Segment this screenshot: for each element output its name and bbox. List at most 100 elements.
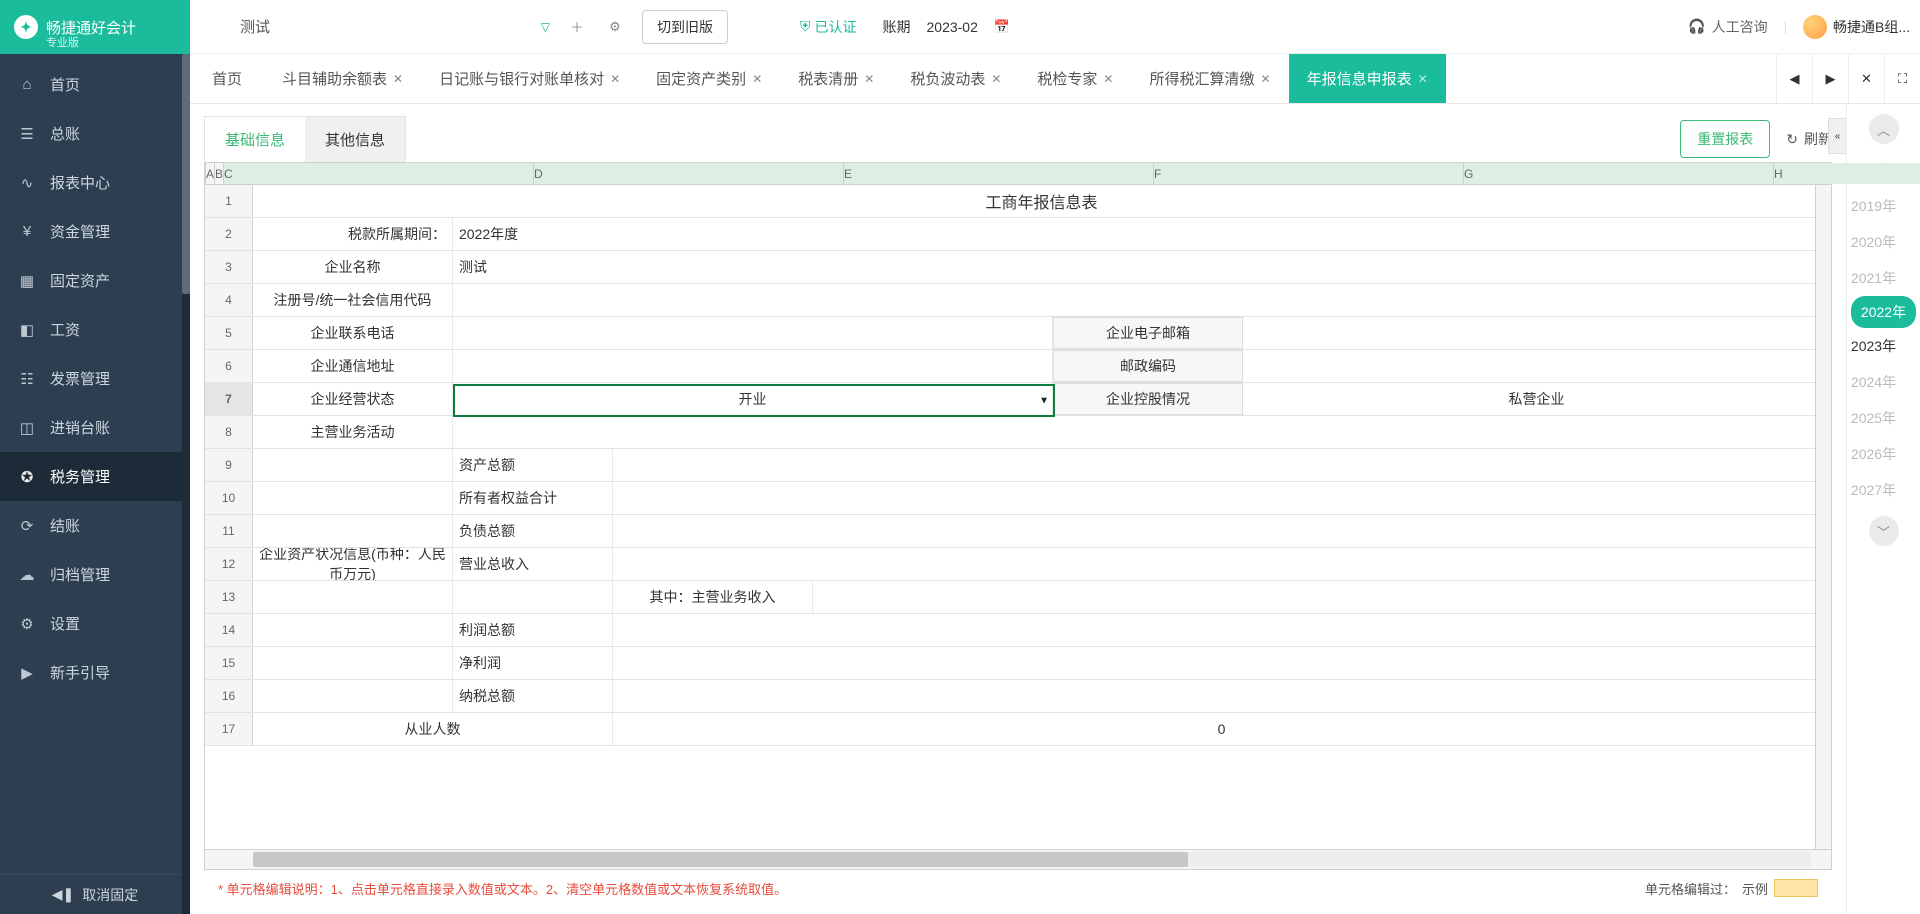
tab-home[interactable]: 首页 bbox=[190, 54, 264, 103]
address-label[interactable]: 企业通信地址 bbox=[253, 350, 453, 382]
profit-label[interactable]: 利润总额 bbox=[453, 614, 613, 646]
postcode-label[interactable]: 邮政编码 bbox=[1053, 350, 1243, 382]
subtab-basic[interactable]: 基础信息 bbox=[205, 117, 305, 162]
sidebar-item-reports[interactable]: ∿报表中心 bbox=[0, 158, 190, 207]
close-icon[interactable]: ✕ bbox=[393, 72, 403, 86]
tabs-prev[interactable]: ◀ bbox=[1776, 54, 1812, 103]
fullscreen-button[interactable]: ⛶ bbox=[1884, 54, 1920, 103]
year-2021年[interactable]: 2021年 bbox=[1851, 260, 1916, 296]
email-label[interactable]: 企业电子邮箱 bbox=[1053, 317, 1243, 349]
close-icon[interactable]: ✕ bbox=[610, 72, 620, 86]
year-2019年[interactable]: 2019年 bbox=[1851, 188, 1916, 224]
close-icon[interactable]: ✕ bbox=[1261, 72, 1271, 86]
switch-old-button[interactable]: 切到旧版 bbox=[642, 10, 728, 44]
row-header[interactable]: 8 bbox=[205, 416, 253, 448]
tax-paid-label[interactable]: 纳税总额 bbox=[453, 680, 613, 712]
sidebar-item-inventory[interactable]: ◫进销台账 bbox=[0, 403, 190, 452]
main-biz-label[interactable]: 主营业务活动 bbox=[253, 416, 453, 448]
close-icon[interactable]: ✕ bbox=[752, 72, 762, 86]
company-selector[interactable]: 测试 ▽ bbox=[240, 16, 550, 37]
sidebar-scrollbar[interactable] bbox=[182, 54, 190, 914]
phone-value[interactable] bbox=[453, 317, 1053, 349]
row-header[interactable]: 14 bbox=[205, 614, 253, 646]
tab-balance[interactable]: 斗目辅助余额表✕ bbox=[264, 54, 421, 103]
sidebar-item-funds[interactable]: ¥资金管理 bbox=[0, 207, 190, 256]
row-header[interactable]: 10 bbox=[205, 482, 253, 514]
rail-collapse[interactable]: « bbox=[1828, 118, 1846, 154]
close-icon[interactable]: ✕ bbox=[1103, 72, 1113, 86]
tab-annual-report[interactable]: 年报信息申报表✕ bbox=[1289, 54, 1446, 103]
tab-bank-recon[interactable]: 日记账与银行对账单核对✕ bbox=[421, 54, 638, 103]
row-header[interactable]: 16 bbox=[205, 680, 253, 712]
row-header[interactable]: 15 bbox=[205, 647, 253, 679]
close-icon[interactable]: ✕ bbox=[1418, 72, 1428, 86]
settings-button[interactable]: ⚙ bbox=[604, 16, 626, 38]
unpin-button[interactable]: ◀❚取消固定 bbox=[0, 874, 190, 914]
tab-tax-expert[interactable]: 税检专家✕ bbox=[1019, 54, 1131, 103]
sidebar-item-settings[interactable]: ⚙设置 bbox=[0, 599, 190, 648]
net-profit-label[interactable]: 净利润 bbox=[453, 647, 613, 679]
year-2024年[interactable]: 2024年 bbox=[1851, 364, 1916, 400]
tab-income-tax[interactable]: 所得税汇算清缴✕ bbox=[1131, 54, 1288, 103]
col-header-G[interactable]: G bbox=[1464, 163, 1774, 184]
row-header[interactable]: 17 bbox=[205, 713, 253, 745]
holding-label[interactable]: 企业控股情况 bbox=[1053, 383, 1243, 415]
col-header-D[interactable]: D bbox=[534, 163, 844, 184]
row-header[interactable]: 2 bbox=[205, 218, 253, 250]
period-value-cell[interactable]: 2022年度 bbox=[453, 218, 1831, 250]
calendar-icon[interactable]: 📅 bbox=[994, 19, 1010, 35]
reg-no-label[interactable]: 注册号/统一社会信用代码 bbox=[253, 284, 453, 316]
consult-button[interactable]: 🎧人工咨询 bbox=[1688, 17, 1767, 37]
sidebar-item-assets[interactable]: ▦固定资产 bbox=[0, 256, 190, 305]
year-2023年[interactable]: 2023年 bbox=[1851, 328, 1916, 364]
col-header-A[interactable]: A bbox=[206, 163, 215, 184]
reg-no-value[interactable] bbox=[453, 284, 1831, 316]
liabilities-label[interactable]: 负债总额 bbox=[453, 515, 613, 547]
sidebar-item-invoice[interactable]: ☷发票管理 bbox=[0, 354, 190, 403]
vertical-scrollbar[interactable] bbox=[1815, 185, 1831, 849]
status-value[interactable]: 开业 bbox=[453, 383, 1053, 415]
address-value[interactable] bbox=[453, 350, 1053, 382]
period-value[interactable]: 2023-02 bbox=[927, 19, 978, 35]
year-2022年[interactable]: 2022年 bbox=[1851, 296, 1916, 328]
sidebar-item-salary[interactable]: ◧工资 bbox=[0, 305, 190, 354]
row-header[interactable]: 3 bbox=[205, 251, 253, 283]
year-up[interactable]: ︿ bbox=[1869, 114, 1899, 144]
row-header[interactable]: 5 bbox=[205, 317, 253, 349]
tab-tax-list[interactable]: 税表清册✕ bbox=[780, 54, 892, 103]
year-2026年[interactable]: 2026年 bbox=[1851, 436, 1916, 472]
row-header[interactable]: 12 bbox=[205, 548, 253, 580]
row-header[interactable]: 6 bbox=[205, 350, 253, 382]
row-header[interactable]: 9 bbox=[205, 449, 253, 481]
revenue-label[interactable]: 营业总收入 bbox=[453, 548, 613, 580]
col-header-E[interactable]: E bbox=[844, 163, 1154, 184]
horizontal-scrollbar[interactable] bbox=[205, 849, 1831, 869]
year-down[interactable]: ﹀ bbox=[1869, 516, 1899, 546]
employees-label[interactable]: 从业人数 bbox=[253, 713, 613, 745]
sidebar-item-archive[interactable]: ☁归档管理 bbox=[0, 550, 190, 599]
refresh-button[interactable]: ↻刷新 bbox=[1786, 129, 1832, 149]
total-assets-label[interactable]: 资产总额 bbox=[453, 449, 613, 481]
user-menu[interactable]: 畅捷通B组... bbox=[1803, 15, 1910, 39]
company-name-value[interactable]: 测试 bbox=[453, 251, 1831, 283]
holding-value[interactable]: 私营企业 bbox=[1243, 383, 1831, 415]
year-2020年[interactable]: 2020年 bbox=[1851, 224, 1916, 260]
tabs-close-all[interactable]: ✕ bbox=[1848, 54, 1884, 103]
close-icon[interactable]: ✕ bbox=[864, 72, 874, 86]
period-label-cell[interactable]: 税款所属期间： bbox=[253, 218, 453, 250]
col-header-C[interactable]: C bbox=[224, 163, 534, 184]
sidebar-item-tax[interactable]: ✪税务管理 bbox=[0, 452, 190, 501]
tabs-next[interactable]: ▶ bbox=[1812, 54, 1848, 103]
subtab-other[interactable]: 其他信息 bbox=[305, 117, 405, 162]
main-biz-value[interactable] bbox=[453, 416, 1831, 448]
col-header-H[interactable]: H bbox=[1774, 163, 1920, 184]
grid-body[interactable]: 1 工商年报信息表 2 税款所属期间： 2022年度 3 企业名称 测试 4 注… bbox=[205, 185, 1831, 849]
asset-info-label[interactable]: 企业资产状况信息(币种：人民币万元) bbox=[253, 548, 453, 580]
year-2025年[interactable]: 2025年 bbox=[1851, 400, 1916, 436]
sidebar-item-ledger[interactable]: ☰总账 bbox=[0, 109, 190, 158]
employees-value[interactable]: 0 bbox=[613, 713, 1831, 745]
status-label[interactable]: 企业经营状态 bbox=[253, 383, 453, 415]
sidebar-item-home[interactable]: ⌂首页 bbox=[0, 60, 190, 109]
year-2027年[interactable]: 2027年 bbox=[1851, 472, 1916, 508]
row-header[interactable]: 13 bbox=[205, 581, 253, 613]
